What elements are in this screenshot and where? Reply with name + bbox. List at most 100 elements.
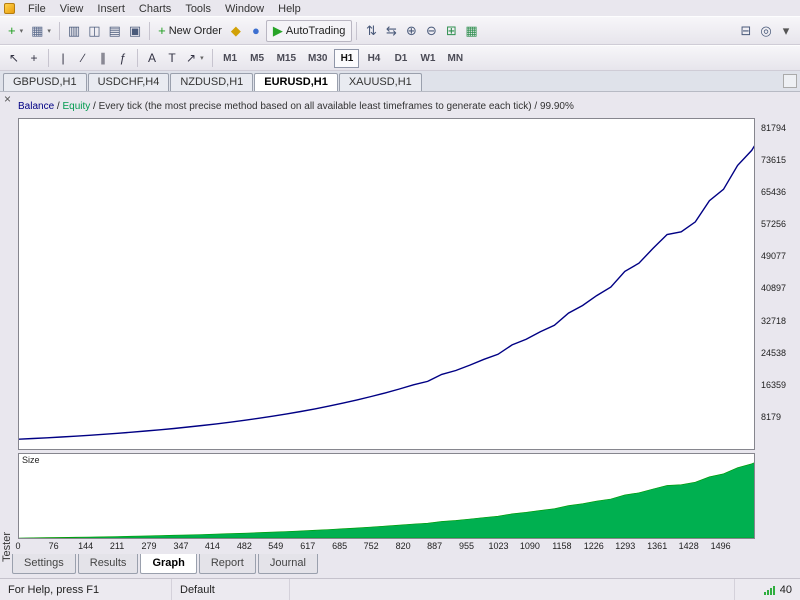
x-axis-label: 482	[237, 541, 252, 551]
find-symbol-button[interactable]: ◎	[756, 20, 776, 42]
chart-tab[interactable]: XAUUSD,H1	[339, 73, 422, 91]
equidistant-channel-button[interactable]: ∥	[93, 48, 113, 68]
tool-button-icon: +	[30, 52, 37, 64]
menu-item[interactable]: Tools	[178, 3, 218, 15]
tile-windows-horizontal-button[interactable]: ⇆	[381, 20, 401, 42]
navigator-button[interactable]: ▤	[105, 20, 125, 42]
chart-tab[interactable]: NZDUSD,H1	[170, 73, 253, 91]
text-button[interactable]: A	[142, 48, 162, 68]
data-window-button[interactable]: ◫	[84, 20, 104, 42]
expert-advisors-button[interactable]: ●	[246, 20, 266, 42]
metaeditor-button[interactable]: ◆	[226, 20, 246, 42]
x-axis-label: 549	[268, 541, 283, 551]
status-profile-text: Default	[180, 584, 215, 596]
y-axis: 8179163592453832718408974907757256654367…	[759, 118, 799, 450]
toolbar-button-icon: ▶	[273, 24, 283, 37]
chart-grid-button[interactable]: ▦	[461, 20, 481, 42]
toolbar-button-icon: ⊟	[741, 24, 752, 37]
y-axis-label: 81794	[761, 123, 786, 133]
x-axis-label: 1428	[679, 541, 699, 551]
timeframe-button[interactable]: H1	[334, 49, 359, 68]
strategy-tester-button[interactable]: ⊞	[441, 20, 461, 42]
crosshair-button[interactable]: +	[24, 48, 44, 68]
menu-item[interactable]: Insert	[90, 3, 132, 15]
legend-part: Equity	[62, 101, 90, 112]
status-spacer	[290, 579, 734, 600]
y-axis-label: 24538	[761, 348, 786, 358]
tester-tab[interactable]: Settings	[12, 554, 76, 574]
toolbar-button-label: AutoTrading	[286, 25, 346, 37]
timeframe-button[interactable]: D1	[388, 49, 413, 68]
timeframes-group: M1M5M15M30H1H4D1W1MN	[217, 46, 469, 70]
x-axis: 0761442112793474144825496176857528208879…	[18, 541, 755, 552]
tabstrip-scroll-button[interactable]	[783, 74, 797, 88]
toolbar-button-icon: +	[158, 24, 166, 37]
tool-button-icon: A	[148, 52, 156, 64]
toolbar-button-icon: ⇅	[366, 24, 377, 37]
toolbar-button-icon: ⊞	[446, 24, 457, 37]
trendline-button[interactable]: ∕	[73, 48, 93, 68]
menu-item[interactable]: File	[21, 3, 53, 15]
profiles-button[interactable]: ▦ ▾	[27, 20, 55, 42]
new-order-button[interactable]: + New Order	[154, 20, 226, 42]
timeframe-button[interactable]: M5	[245, 49, 270, 68]
x-axis-label: 211	[110, 541, 124, 551]
toolbar-separator	[212, 49, 213, 67]
tester-tab[interactable]: Results	[78, 554, 139, 574]
x-axis-label: 1158	[552, 541, 571, 551]
timeframe-button[interactable]: W1	[415, 49, 440, 68]
status-help-text: For Help, press F1	[8, 584, 99, 596]
toolbar-button-icon: ⊕	[406, 24, 417, 37]
tester-tab[interactable]: Graph	[140, 554, 196, 574]
toolbar-button-icon: +	[8, 24, 16, 37]
timeframe-button[interactable]: M30	[303, 49, 332, 68]
tester-tabs: SettingsResultsGraphReportJournal	[12, 554, 320, 574]
toolbar-button-icon: ▥	[68, 24, 80, 37]
strategy-tester-panel: × Tester Balance / Equity / Every tick (…	[0, 92, 800, 578]
toolbar-separator	[356, 22, 357, 40]
fibonacci-button[interactable]: ƒ	[113, 48, 133, 68]
toolbar-button-icon: ▦	[465, 24, 477, 37]
terminal-button[interactable]: ▣	[125, 20, 145, 42]
chart-tab[interactable]: GBPUSD,H1	[3, 73, 87, 91]
dropdown-caret-icon: ▾	[200, 54, 204, 62]
toolbar-button-icon: ▤	[109, 24, 121, 37]
cursor-button[interactable]: ↖	[4, 48, 24, 68]
toolbar-options-button[interactable]: ▾	[776, 20, 796, 42]
x-axis-label: 76	[49, 541, 59, 551]
size-chart-label: Size	[22, 455, 40, 465]
menu: FileViewInsertChartsToolsWindowHelp	[21, 3, 308, 15]
status-profile-section: Default	[172, 579, 290, 600]
text-label-button[interactable]: T	[162, 48, 182, 68]
tool-button-icon: ↗	[186, 52, 196, 64]
autotrading-button[interactable]: ▶ AutoTrading	[266, 20, 353, 42]
arrange-charts-button[interactable]: ⊟	[736, 20, 756, 42]
legend-part: Balance	[18, 101, 54, 112]
toolbar-button-icon: ⇆	[386, 24, 397, 37]
chart-tab[interactable]: EURUSD,H1	[254, 73, 338, 91]
timeframe-button[interactable]: MN	[442, 49, 468, 68]
toolbar-separator	[149, 22, 150, 40]
vertical-line-button[interactable]: |	[53, 48, 73, 68]
menu-item[interactable]: View	[53, 3, 91, 15]
timeframe-button[interactable]: M15	[272, 49, 301, 68]
tester-close-button[interactable]: ×	[4, 93, 11, 105]
tester-tab[interactable]: Journal	[258, 554, 318, 574]
menu-item[interactable]: Window	[218, 3, 271, 15]
market-watch-button[interactable]: ▥	[64, 20, 84, 42]
new-chart-button[interactable]: + ▾	[4, 20, 27, 42]
zoom-out-button[interactable]: ⊖	[421, 20, 441, 42]
chart-tab[interactable]: USDCHF,H4	[88, 73, 170, 91]
menu-item[interactable]: Charts	[132, 3, 178, 15]
dropdown-caret-icon: ▾	[20, 27, 24, 35]
zoom-in-button[interactable]: ⊕	[401, 20, 421, 42]
tester-tab[interactable]: Report	[199, 554, 256, 574]
x-axis-label: 887	[427, 541, 442, 551]
y-axis-label: 40897	[761, 283, 786, 293]
tile-windows-vertical-button[interactable]: ⇅	[361, 20, 381, 42]
timeframe-button[interactable]: H4	[361, 49, 386, 68]
menu-item[interactable]: Help	[271, 3, 308, 15]
arrow-tools-button[interactable]: ↗ ▾	[182, 48, 208, 68]
timeframe-button[interactable]: M1	[218, 49, 243, 68]
toolbar-button-icon: ◎	[760, 24, 771, 37]
